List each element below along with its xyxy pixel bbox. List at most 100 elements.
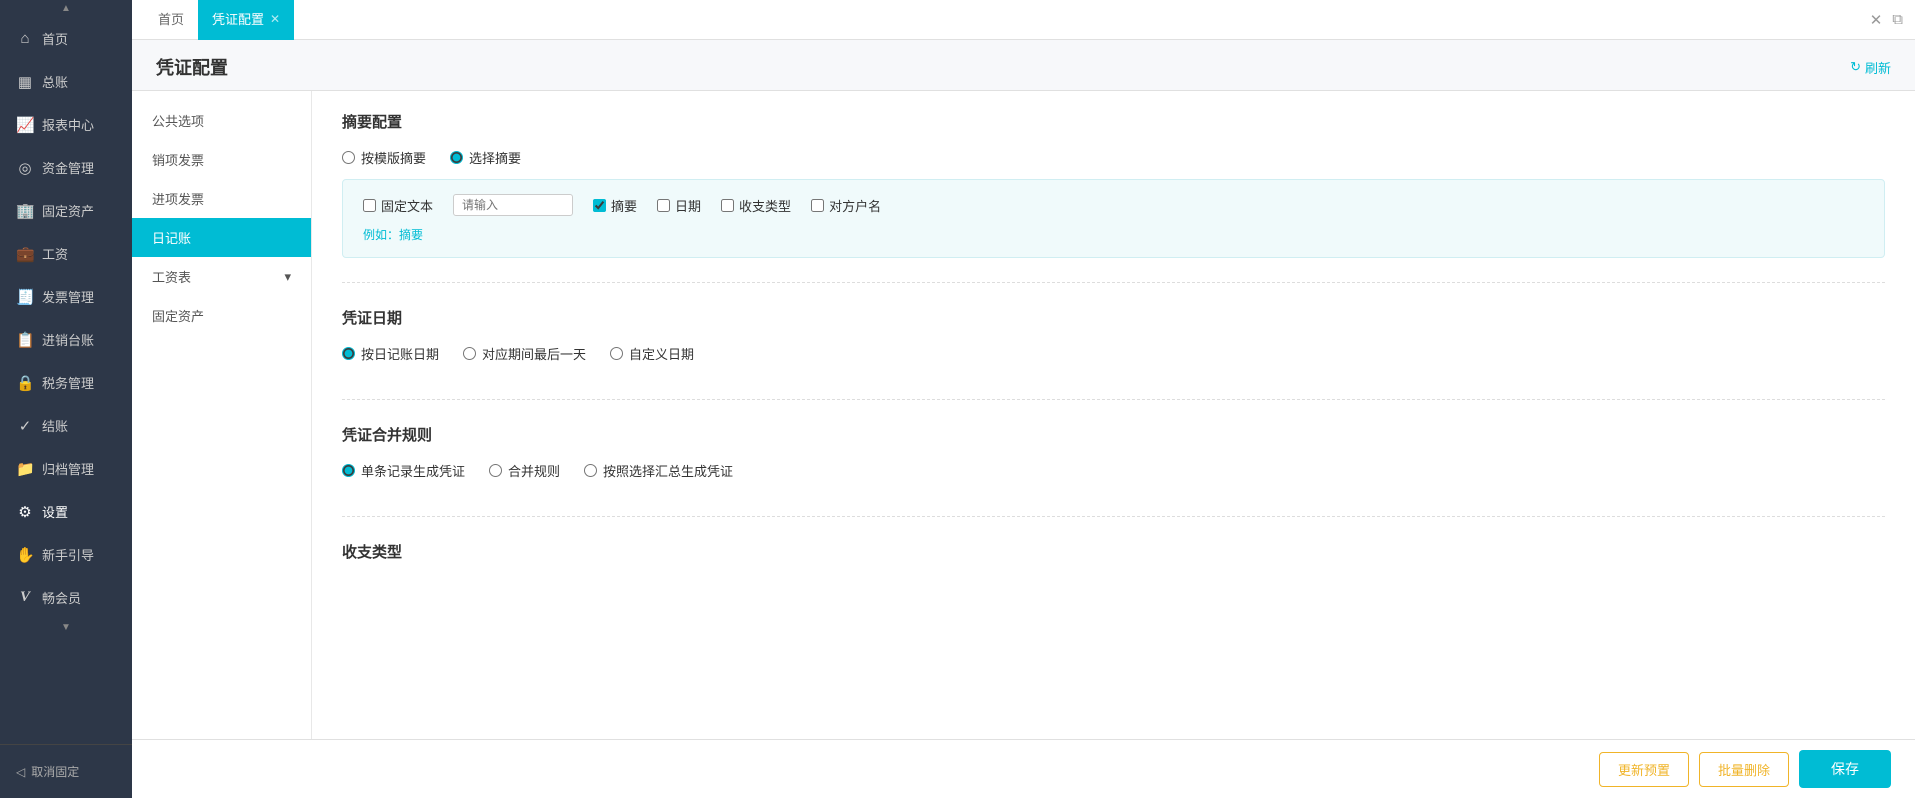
- page-header: 凭证配置 ↻ 刷新: [132, 40, 1915, 91]
- checkbox-income-expense-input[interactable]: [721, 199, 734, 212]
- sidebar-item-tax-label: 税务管理: [42, 373, 94, 392]
- sidebar-item-settings[interactable]: ⚙ 设置: [0, 490, 132, 533]
- tab-voucher-config-label: 凭证配置: [212, 9, 264, 28]
- sidebar-bottom: ◁ 取消固定: [0, 744, 132, 798]
- sidebar-item-assets[interactable]: 🏢 固定资产: [0, 189, 132, 232]
- content-area: 凭证配置 ↻ 刷新 公共选项 销项发票 进项发票 日记账: [132, 40, 1915, 798]
- sidebar: ▲ ⌂ 首页 ▦ 总账 📈 报表中心 ◎ 资金管理 🏢 固定资产 💼 工资 🧾 …: [0, 0, 132, 798]
- save-button[interactable]: 保存: [1799, 750, 1891, 788]
- nav-item-journal[interactable]: 日记账: [132, 218, 311, 257]
- sidebar-item-archive-label: 归档管理: [42, 459, 94, 478]
- update-preview-button[interactable]: 更新预置: [1599, 752, 1689, 787]
- sidebar-item-guide[interactable]: ✋ 新手引导: [0, 533, 132, 576]
- window-close-icon[interactable]: ✕: [1870, 11, 1883, 29]
- sidebar-item-ledger-label: 总账: [42, 72, 68, 91]
- tab-bar: 首页 凭证配置 ✕ ✕ ⧉: [132, 0, 1915, 40]
- checkbox-income-expense[interactable]: 收支类型: [721, 196, 791, 215]
- refresh-label: 刷新: [1865, 58, 1891, 77]
- radio-by-due-date-last-input[interactable]: [463, 347, 476, 360]
- checkbox-summary-input[interactable]: [593, 199, 606, 212]
- page-title: 凭证配置: [156, 54, 228, 80]
- settle-icon: ✓: [16, 417, 34, 435]
- tab-home[interactable]: 首页: [144, 0, 198, 40]
- income-expense-type-title: 收支类型: [342, 541, 1885, 562]
- checkbox-fixed-text-input[interactable]: [363, 199, 376, 212]
- tab-voucher-config[interactable]: 凭证配置 ✕: [198, 0, 294, 40]
- sidebar-item-funds-label: 资金管理: [42, 158, 94, 177]
- checkbox-fixed-text[interactable]: 固定文本: [363, 196, 433, 215]
- radio-template-summary-input[interactable]: [342, 151, 355, 164]
- radio-template-summary-label: 按模版摘要: [361, 148, 426, 167]
- radio-by-journal-date-input[interactable]: [342, 347, 355, 360]
- nav-item-sales-invoice[interactable]: 销项发票: [132, 140, 311, 179]
- sidebar-item-purchase-sales[interactable]: 📋 进销台账: [0, 318, 132, 361]
- radio-select-summary-input[interactable]: [450, 151, 463, 164]
- radio-merge-rule[interactable]: 合并规则: [489, 461, 560, 480]
- invoice-mgmt-icon: 🧾: [16, 288, 34, 306]
- payroll-icon: 💼: [16, 245, 34, 263]
- checkbox-counterpart[interactable]: 对方户名: [811, 196, 881, 215]
- sidebar-item-invoice-mgmt-label: 发票管理: [42, 287, 94, 306]
- sidebar-item-archive[interactable]: 📁 归档管理: [0, 447, 132, 490]
- sidebar-item-reports[interactable]: 📈 报表中心: [0, 103, 132, 146]
- ledger-icon: ▦: [16, 73, 34, 91]
- checkbox-counterpart-input[interactable]: [811, 199, 824, 212]
- radio-by-journal-date[interactable]: 按日记账日期: [342, 344, 439, 363]
- checkbox-summary-label: 摘要: [611, 196, 637, 215]
- radio-template-summary[interactable]: 按模版摘要: [342, 148, 426, 167]
- radio-by-selection-total-input[interactable]: [584, 464, 597, 477]
- window-restore-icon[interactable]: ⧉: [1892, 11, 1903, 28]
- radio-single-record[interactable]: 单条记录生成凭证: [342, 461, 465, 480]
- sidebar-item-settle[interactable]: ✓ 结账: [0, 404, 132, 447]
- sidebar-scroll-down[interactable]: ▼: [0, 619, 132, 636]
- sidebar-item-invoice-mgmt[interactable]: 🧾 发票管理: [0, 275, 132, 318]
- sidebar-toggle[interactable]: ◁ 取消固定: [0, 755, 132, 788]
- sidebar-item-member[interactable]: V 畅会员: [0, 576, 132, 619]
- nav-item-purchase-invoice[interactable]: 进项发票: [132, 179, 311, 218]
- sidebar-item-ledger[interactable]: ▦ 总账: [0, 60, 132, 103]
- summary-radio-row: 按模版摘要 选择摘要: [342, 148, 1885, 167]
- sidebar-item-settings-label: 设置: [42, 502, 68, 521]
- nav-item-sales-invoice-label: 销项发票: [152, 150, 204, 169]
- batch-delete-button[interactable]: 批量删除: [1699, 752, 1789, 787]
- nav-item-payroll-table[interactable]: 工资表 ▾: [132, 257, 311, 296]
- nav-item-public[interactable]: 公共选项: [132, 101, 311, 140]
- radio-select-summary[interactable]: 选择摘要: [450, 148, 521, 167]
- tax-icon: 🔒: [16, 374, 34, 392]
- radio-by-selection-total-label: 按照选择汇总生成凭证: [603, 461, 733, 480]
- guide-icon: ✋: [16, 546, 34, 564]
- summary-config-title: 摘要配置: [342, 111, 1885, 132]
- radio-merge-rule-input[interactable]: [489, 464, 502, 477]
- merge-rules-title: 凭证合并规则: [342, 424, 1885, 445]
- sidebar-item-guide-label: 新手引导: [42, 545, 94, 564]
- sidebar-scroll-up[interactable]: ▲: [0, 0, 132, 17]
- sidebar-item-payroll[interactable]: 💼 工资: [0, 232, 132, 275]
- radio-custom-date[interactable]: 自定义日期: [610, 344, 694, 363]
- nav-item-fixed-assets[interactable]: 固定资产: [132, 296, 311, 335]
- tab-close-icon[interactable]: ✕: [270, 12, 280, 26]
- archive-icon: 📁: [16, 460, 34, 478]
- checkbox-date-label: 日期: [675, 196, 701, 215]
- refresh-button[interactable]: ↻ 刷新: [1850, 58, 1891, 77]
- checkbox-counterpart-label: 对方户名: [829, 196, 881, 215]
- checkbox-date-input[interactable]: [657, 199, 670, 212]
- checkbox-date[interactable]: 日期: [657, 196, 701, 215]
- radio-by-due-date-last-label: 对应期间最后一天: [482, 344, 586, 363]
- checkbox-summary[interactable]: 摘要: [593, 196, 637, 215]
- settings-icon: ⚙: [16, 503, 34, 521]
- fixed-text-input[interactable]: [453, 194, 573, 216]
- radio-by-due-date-last[interactable]: 对应期间最后一天: [463, 344, 586, 363]
- sidebar-item-tax[interactable]: 🔒 税务管理: [0, 361, 132, 404]
- member-icon: V: [16, 589, 34, 606]
- home-icon: ⌂: [16, 30, 34, 47]
- section-summary-config: 摘要配置 按模版摘要 选择摘要: [342, 111, 1885, 283]
- chevron-down-icon: ▾: [284, 269, 291, 285]
- radio-by-selection-total[interactable]: 按照选择汇总生成凭证: [584, 461, 733, 480]
- radio-single-record-input[interactable]: [342, 464, 355, 477]
- sidebar-item-settle-label: 结账: [42, 416, 68, 435]
- summary-config-box: 固定文本 摘要 日期: [342, 179, 1885, 258]
- sidebar-item-home[interactable]: ⌂ 首页: [0, 17, 132, 60]
- sidebar-item-assets-label: 固定资产: [42, 201, 94, 220]
- sidebar-item-funds[interactable]: ◎ 资金管理: [0, 146, 132, 189]
- radio-custom-date-input[interactable]: [610, 347, 623, 360]
